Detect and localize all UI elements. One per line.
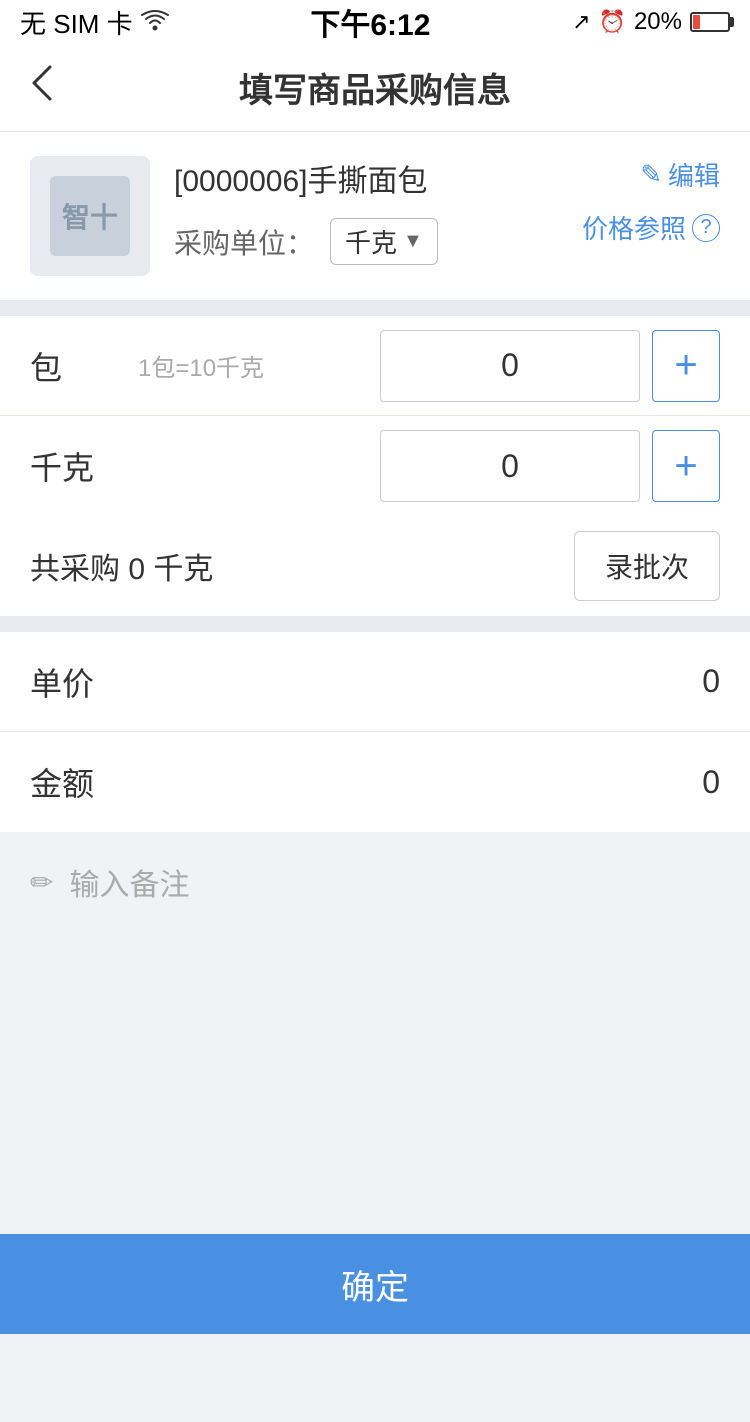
pencil-icon: ✏ xyxy=(30,866,53,899)
unit-price-label: 单价 xyxy=(30,659,94,705)
kg-plus-button[interactable]: + xyxy=(652,430,720,502)
product-info: [0000006]手撕面包 采购单位： 千克 ▼ xyxy=(174,156,558,265)
summary-row: 共采购 0 千克 录批次 xyxy=(0,516,750,616)
section-divider-2 xyxy=(0,616,750,632)
notes-section[interactable]: ✏ 输入备注 xyxy=(0,832,750,932)
bag-sublabel: 1包=10千克 xyxy=(138,348,264,383)
status-time: 下午6:12 xyxy=(310,0,430,44)
battery-icon xyxy=(690,12,730,32)
wifi-icon xyxy=(141,7,169,38)
nav-bar: 填写商品采购信息 xyxy=(0,44,750,132)
amount-row: 金额 0 xyxy=(0,732,750,832)
status-right: ↗ ⏰ 20% xyxy=(572,8,730,36)
status-left: 无 SIM 卡 xyxy=(20,4,169,41)
product-unit-row: 采购单位： 千克 ▼ xyxy=(174,218,558,265)
input-section: 包 1包=10千克 + 千克 + xyxy=(0,316,750,516)
product-name: [0000006]手撕面包 xyxy=(174,156,558,200)
plus-icon: + xyxy=(674,343,697,388)
product-thumb-text: 智十 xyxy=(50,176,130,256)
edit-icon: ✎ xyxy=(640,159,662,190)
summary-text: 共采购 0 千克 xyxy=(30,544,213,588)
edit-label: 编辑 xyxy=(668,156,720,193)
page-title: 填写商品采购信息 xyxy=(239,63,511,112)
bag-quantity-input[interactable] xyxy=(380,330,640,402)
bag-plus-button[interactable]: + xyxy=(652,330,720,402)
edit-button[interactable]: ✎ 编辑 xyxy=(640,156,720,193)
price-ref-button[interactable]: 价格参照 ? xyxy=(582,209,720,246)
back-button[interactable] xyxy=(20,53,64,122)
carrier-text: 无 SIM 卡 xyxy=(20,4,133,41)
price-section: 单价 0 金额 0 xyxy=(0,632,750,832)
kg-input-control: + xyxy=(380,430,720,502)
bag-input-control: + xyxy=(380,330,720,402)
bag-input-row: 包 1包=10千克 + xyxy=(0,316,750,416)
amount-label: 金额 xyxy=(30,759,94,805)
kg-label: 千克 xyxy=(30,443,130,489)
notes-placeholder: 输入备注 xyxy=(69,860,189,904)
kg-quantity-input[interactable] xyxy=(380,430,640,502)
location-icon: ↗ xyxy=(572,9,590,35)
kg-input-row: 千克 + xyxy=(0,416,750,516)
confirm-button[interactable]: 确定 xyxy=(0,1234,750,1334)
alarm-icon: ⏰ xyxy=(599,9,626,35)
unit-label: 采购单位： xyxy=(174,222,314,262)
bag-label: 包 xyxy=(30,343,130,389)
unit-dropdown-arrow: ▼ xyxy=(403,230,423,253)
plus-icon-2: + xyxy=(674,444,697,489)
product-thumbnail: 智十 xyxy=(30,156,150,276)
product-card: 智十 [0000006]手撕面包 采购单位： 千克 ▼ ✎ 编辑 价格参照 ? xyxy=(0,132,750,300)
price-ref-label: 价格参照 xyxy=(582,209,686,246)
unit-select[interactable]: 千克 ▼ xyxy=(330,218,438,265)
unit-price-value: 0 xyxy=(702,663,720,700)
section-divider-1 xyxy=(0,300,750,316)
unit-price-row: 单价 0 xyxy=(0,632,750,732)
product-actions: ✎ 编辑 价格参照 ? xyxy=(582,156,720,246)
help-icon: ? xyxy=(692,214,720,242)
confirm-label: 确定 xyxy=(341,1260,409,1309)
batch-button[interactable]: 录批次 xyxy=(574,531,720,601)
status-bar: 无 SIM 卡 下午6:12 ↗ ⏰ 20% xyxy=(0,0,750,44)
battery-text: 20% xyxy=(634,8,682,36)
batch-button-label: 录批次 xyxy=(605,552,689,583)
unit-value: 千克 xyxy=(345,223,397,260)
amount-value: 0 xyxy=(702,764,720,801)
